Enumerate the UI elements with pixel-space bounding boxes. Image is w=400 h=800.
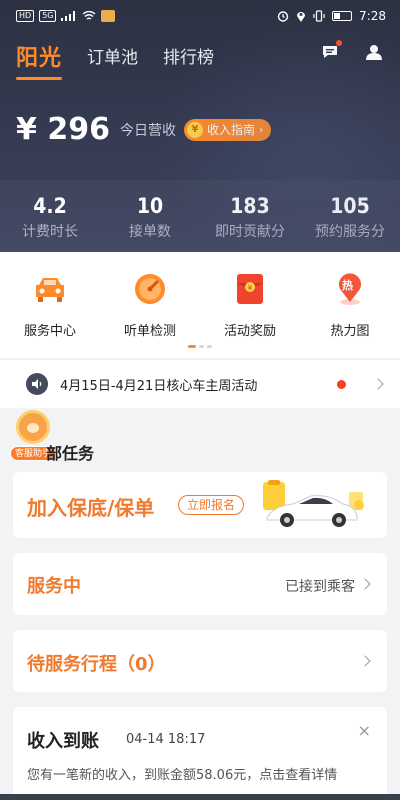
join-guarantee-card[interactable]: 加入保底/保单 立即报名 [13, 472, 387, 538]
coin-icon: ¥ [186, 121, 203, 138]
service-grid: 服务中心 听单检测 ¥ 活动奖励 热 热力图 [0, 252, 400, 358]
top-navigation: 阳光 订单池 排行榜 [16, 40, 214, 80]
pending-title: 待服务行程（0） [27, 654, 166, 675]
section-title: 部任务 [46, 444, 95, 463]
status-bar: HD 5G 7:28 [0, 0, 400, 36]
order-listening-check-button[interactable]: 听单检测 [100, 252, 200, 358]
stat-label: 计费时长 [22, 224, 78, 240]
notice-text: 4月15日-4月21日核心车主周活动 [60, 378, 258, 394]
service-label: 活动奖励 [223, 324, 276, 339]
chevron-right-icon [372, 378, 384, 390]
service-label: 服务中心 [23, 324, 76, 339]
lion-mascot-icon [16, 410, 50, 444]
tab-order-pool[interactable]: 订单池 [87, 43, 138, 80]
carousel-pager [188, 345, 212, 348]
stat-value: 10 [136, 194, 164, 218]
income-card-title: 收入到账 [27, 731, 99, 752]
stats-row: 4.2 计费时长 10 接单数 183 即时贡献分 105 预约服务分 [0, 180, 400, 252]
chevron-right-icon [359, 578, 371, 590]
red-envelope-icon: ¥ [233, 272, 267, 306]
app-notification-icon [101, 10, 116, 22]
chevron-right-icon [359, 655, 371, 667]
stat-label: 接单数 [129, 224, 171, 240]
stat-value: 105 [330, 194, 370, 218]
profile-icon[interactable] [366, 44, 382, 60]
heat-map-button[interactable]: 热 热力图 [300, 252, 400, 358]
tab-leaderboard[interactable]: 排行榜 [163, 43, 214, 80]
stat-billing-duration[interactable]: 4.2 计费时长 [0, 180, 100, 252]
stat-label: 即时贡献分 [215, 224, 285, 240]
svg-text:¥: ¥ [248, 284, 253, 292]
stat-orders-accepted[interactable]: 10 接单数 [100, 180, 200, 252]
signal-icon [61, 11, 76, 21]
location-icon [297, 12, 306, 22]
income-guide-label: 收入指南 [206, 123, 255, 137]
pending-trips-card[interactable]: 待服务行程（0） [13, 630, 387, 692]
hd-indicator: HD [16, 10, 35, 22]
income-guide-button[interactable]: ¥ 收入指南 › [183, 118, 272, 141]
header-panel: HD 5G 7:28 阳光 订单池 排行榜 ¥ 296 今日营收 ¥ 收入指南 … [0, 0, 400, 252]
stat-instant-score[interactable]: 183 即时贡献分 [200, 180, 300, 252]
serving-status: 已接到乘客 [285, 579, 355, 595]
bottom-strip [0, 794, 400, 800]
income-card-time: 04-14 18:17 [126, 732, 206, 747]
income-arrival-card[interactable]: 收入到账 04-14 18:17 × 您有一笔新的收入，到账金额58.06元，点… [13, 707, 387, 800]
stat-label: 预约服务分 [315, 224, 385, 240]
stat-value: 183 [230, 194, 270, 218]
gauge-icon [133, 272, 167, 306]
in-service-card[interactable]: 服务中 已接到乘客 [13, 553, 387, 615]
unread-dot [337, 380, 346, 389]
signup-button[interactable]: 立即报名 [178, 495, 245, 515]
income-label: 今日营收 [119, 122, 176, 139]
unread-dot [336, 40, 342, 46]
heat-badge: 热 [342, 279, 353, 292]
battery-icon [332, 11, 353, 21]
serving-title: 服务中 [27, 576, 81, 597]
vibrate-icon [313, 10, 325, 22]
activity-rewards-button[interactable]: ¥ 活动奖励 [200, 252, 300, 358]
stat-reservation-score[interactable]: 105 预约服务分 [300, 180, 400, 252]
tab-sunshine-logo[interactable]: 阳光 [16, 40, 63, 80]
wifi-icon [83, 11, 96, 20]
heat-map-pin-icon: 热 [333, 272, 367, 306]
close-icon[interactable]: × [358, 721, 371, 740]
clock: 7:28 [359, 9, 386, 23]
income-card-body: 您有一笔新的收入，到账金额58.06元，点击查看详情 [27, 768, 338, 783]
car-icon [33, 272, 67, 306]
network-indicator: 5G [39, 10, 57, 22]
join-title: 加入保底/保单 [27, 496, 155, 520]
alarm-icon [277, 11, 289, 22]
car-illustration [263, 480, 364, 527]
chevron-right-icon: › [258, 123, 264, 136]
notice-bar[interactable]: 4月15日-4月21日核心车主周活动 [0, 360, 400, 408]
service-label: 热力图 [330, 324, 370, 339]
stat-value: 4.2 [33, 194, 67, 218]
income-amount: ¥ 296 [16, 112, 110, 147]
service-center-button[interactable]: 服务中心 [0, 252, 100, 358]
nav-actions [322, 40, 382, 60]
speaker-icon [26, 373, 48, 395]
service-label: 听单检测 [123, 324, 176, 339]
message-icon[interactable] [322, 40, 342, 58]
today-income: ¥ 296 今日营收 ¥ 收入指南 › [16, 112, 272, 147]
